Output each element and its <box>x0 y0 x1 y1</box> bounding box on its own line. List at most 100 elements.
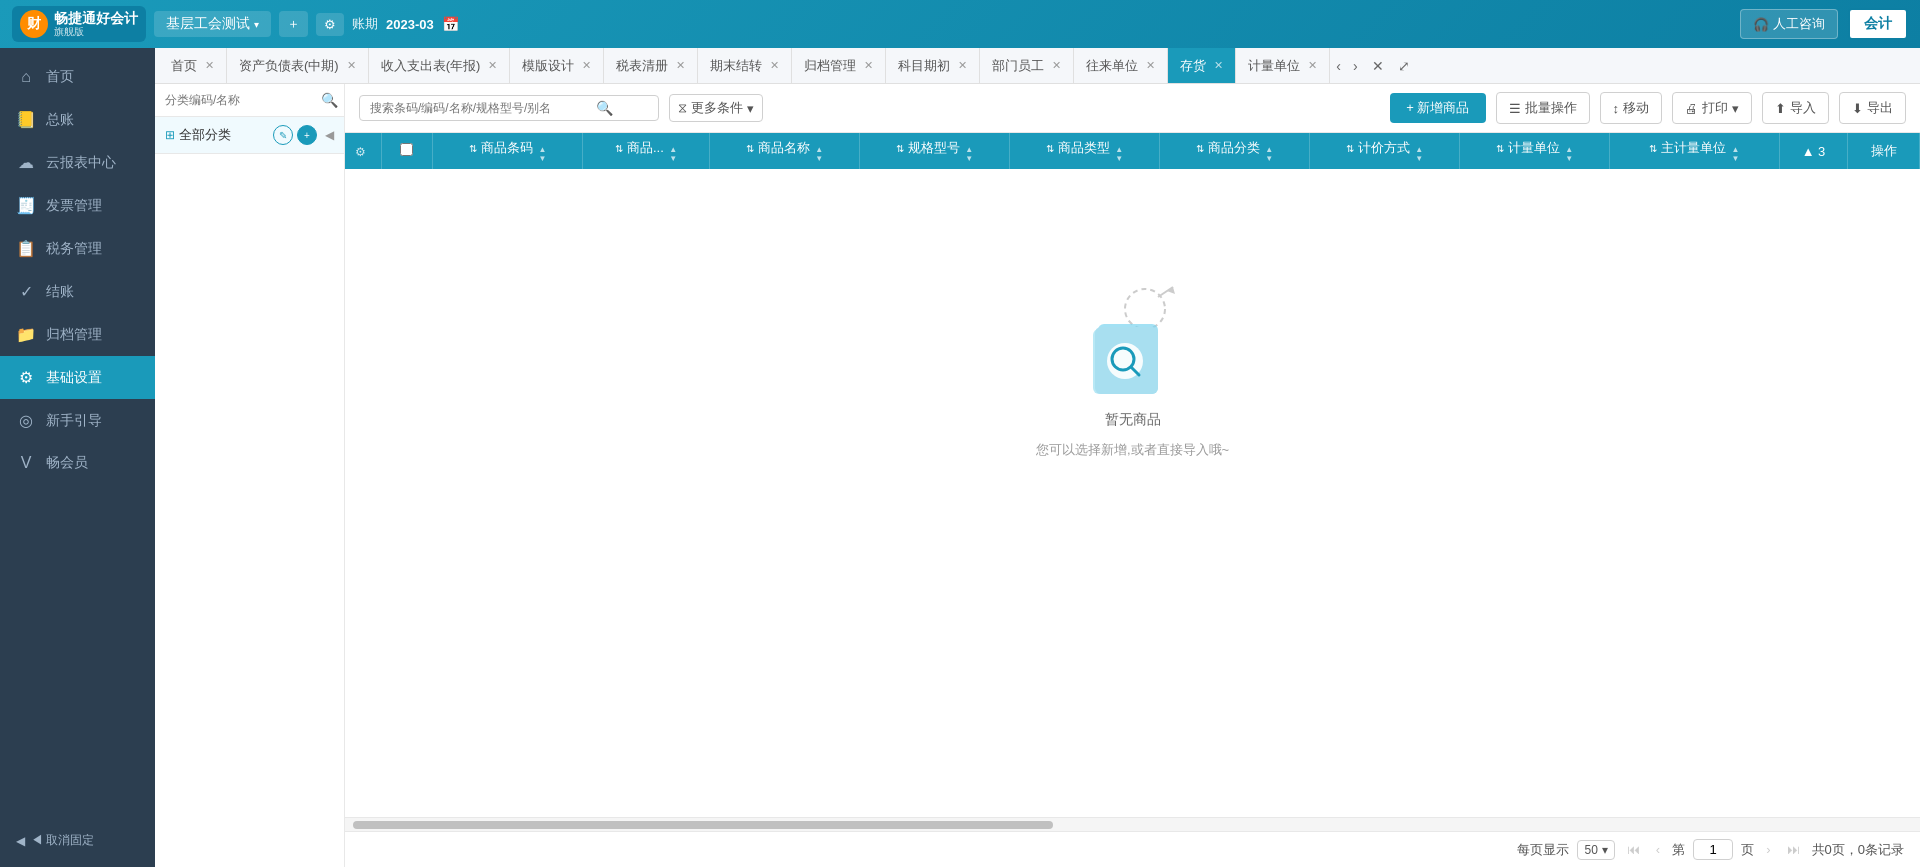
sidebar-label-cloud-report: 云报表中心 <box>46 154 116 172</box>
main-layout: ⌂ 首页 📒 总账 ☁ 云报表中心 🧾 发票管理 📋 税务管理 ✓ 结账 📁 归… <box>0 48 1920 867</box>
tab-subject-init[interactable]: 科目期初 ✕ <box>886 48 980 84</box>
tab-vendor[interactable]: 往来单位 ✕ <box>1074 48 1168 84</box>
move-button[interactable]: ↕ 移动 <box>1600 92 1663 124</box>
home-icon: ⌂ <box>16 68 36 86</box>
tab-close-all-button[interactable]: ✕ <box>1364 54 1392 78</box>
period-label: 账期 <box>352 15 378 33</box>
add-tab-button[interactable]: ＋ <box>279 11 308 37</box>
sidebar-label-home: 首页 <box>46 68 74 86</box>
product-search-input[interactable] <box>370 101 590 115</box>
horizontal-scrollbar[interactable] <box>345 817 1920 831</box>
sidebar-item-cloud-report[interactable]: ☁ 云报表中心 <box>0 141 155 184</box>
inner-content: 🔍 ⊞ 全部分类 ✎ + ◀ 🔍 <box>155 84 1920 867</box>
collapse-panel-btn[interactable]: ◀ <box>325 128 334 142</box>
more-filter-button[interactable]: ⧖ 更多条件 ▾ <box>669 94 763 122</box>
tab-close-subject[interactable]: ✕ <box>958 59 967 72</box>
import-button[interactable]: ⬆ 导入 <box>1762 92 1829 124</box>
export-button[interactable]: ⬇ 导出 <box>1839 92 1906 124</box>
scroll-thumb[interactable] <box>353 821 1053 829</box>
tab-department[interactable]: 部门员工 ✕ <box>980 48 1074 84</box>
col-unit[interactable]: ⇅ 计量单位 ▲▼ <box>1460 133 1610 169</box>
col-price-method[interactable]: ⇅ 计价方式 ▲▼ <box>1310 133 1460 169</box>
tab-next-button[interactable]: › <box>1347 54 1364 78</box>
sidebar-item-tax[interactable]: 📋 税务管理 <box>0 227 155 270</box>
tab-close-balance[interactable]: ✕ <box>347 59 356 72</box>
select-all-checkbox[interactable] <box>400 143 413 156</box>
tab-home[interactable]: 首页 ✕ <box>159 48 227 84</box>
category-all-item[interactable]: ⊞ 全部分类 ✎ + ◀ <box>155 117 344 154</box>
calendar-icon[interactable]: 📅 <box>442 16 459 32</box>
sidebar-item-archive[interactable]: 📁 归档管理 <box>0 313 155 356</box>
ai-consult-button[interactable]: 🎧 人工咨询 <box>1740 9 1838 39</box>
import-icon: ⬆ <box>1775 101 1786 116</box>
org-name[interactable]: 基层工会测试 ▾ <box>154 11 271 37</box>
batch-operation-button[interactable]: ☰ 批量操作 <box>1496 92 1590 124</box>
col-extra[interactable]: ▲ 3 <box>1779 133 1847 169</box>
accountant-button[interactable]: 会计 <box>1848 8 1908 40</box>
print-button[interactable]: 🖨 打印 ▾ <box>1672 92 1752 124</box>
last-page-button[interactable]: ⏭ <box>1783 840 1804 859</box>
tab-inventory[interactable]: 存货 ✕ <box>1168 48 1236 84</box>
tab-close-home[interactable]: ✕ <box>205 59 214 72</box>
tab-close-dept[interactable]: ✕ <box>1052 59 1061 72</box>
col-category[interactable]: ⇅ 商品分类 ▲▼ <box>1160 133 1310 169</box>
tab-prev-button[interactable]: ‹ <box>1330 54 1347 78</box>
next-page-button[interactable]: › <box>1762 840 1774 859</box>
sidebar-item-ledger[interactable]: 📒 总账 <box>0 98 155 141</box>
tab-income[interactable]: 收入支出表(年报) ✕ <box>369 48 511 84</box>
col-settings[interactable]: ⚙ <box>345 133 381 169</box>
sidebar-item-invoice[interactable]: 🧾 发票管理 <box>0 184 155 227</box>
tab-period-end[interactable]: 期末结转 ✕ <box>698 48 792 84</box>
sidebar-item-member[interactable]: V 畅会员 <box>0 442 155 484</box>
tab-template[interactable]: 模版设计 ✕ <box>510 48 604 84</box>
tab-unit[interactable]: 计量单位 ✕ <box>1236 48 1330 84</box>
page-number-input[interactable] <box>1693 839 1733 860</box>
per-page-select[interactable]: 50 ▾ <box>1577 840 1614 860</box>
category-search-icon[interactable]: 🔍 <box>321 92 338 108</box>
tab-close-template[interactable]: ✕ <box>582 59 591 72</box>
col-main-unit[interactable]: ⇅ 主计量单位 ▲▼ <box>1610 133 1780 169</box>
col-name[interactable]: ⇅ 商品名称 ▲▼ <box>710 133 860 169</box>
product-table: ⚙ ⇅ 商品条码 ▲▼ ⇅ 商品... ▲▼ <box>345 133 1920 169</box>
col-code[interactable]: ⇅ 商品... ▲▼ <box>583 133 710 169</box>
tab-close-inventory[interactable]: ✕ <box>1214 59 1223 72</box>
prev-page-button[interactable]: ‹ <box>1652 840 1664 859</box>
grid-icon: ⊞ <box>165 128 175 142</box>
total-records: 共0页，0条记录 <box>1812 841 1904 859</box>
unpin-button[interactable]: ◀ ◀ 取消固定 <box>0 822 155 859</box>
tab-archive-mgmt[interactable]: 归档管理 ✕ <box>792 48 886 84</box>
period-value[interactable]: 2023-03 <box>386 17 434 32</box>
tab-close-archive[interactable]: ✕ <box>864 59 873 72</box>
logo-text: 畅捷通好会计 旗舰版 <box>54 10 138 39</box>
tab-taxclear[interactable]: 税表清册 ✕ <box>604 48 698 84</box>
settings-icon: ⚙ <box>16 368 36 387</box>
tab-close-period-end[interactable]: ✕ <box>770 59 779 72</box>
sidebar-label-tax: 税务管理 <box>46 240 102 258</box>
settle-icon: ✓ <box>16 282 36 301</box>
logo-area[interactable]: 财 畅捷通好会计 旗舰版 <box>12 6 146 43</box>
category-add-btn[interactable]: + <box>297 125 317 145</box>
tab-expand-button[interactable]: ⤢ <box>1392 54 1416 78</box>
tab-balance[interactable]: 资产负债表(中期) ✕ <box>227 48 369 84</box>
add-product-button[interactable]: + 新增商品 <box>1390 93 1485 123</box>
first-page-button[interactable]: ⏮ <box>1623 840 1644 859</box>
sidebar-item-settle[interactable]: ✓ 结账 <box>0 270 155 313</box>
tab-close-taxclear[interactable]: ✕ <box>676 59 685 72</box>
empty-state: 暂无商品 您可以选择新增,或者直接导入哦~ <box>345 169 1920 569</box>
col-barcode[interactable]: ⇅ 商品条码 ▲▼ <box>433 133 583 169</box>
col-type[interactable]: ⇅ 商品类型 ▲▼ <box>1010 133 1160 169</box>
move-icon: ↕ <box>1613 101 1620 116</box>
category-edit-btn[interactable]: ✎ <box>273 125 293 145</box>
settings-gear-button[interactable]: ⚙ <box>316 13 344 36</box>
sidebar-item-settings[interactable]: ⚙ 基础设置 <box>0 356 155 399</box>
sidebar-item-home[interactable]: ⌂ 首页 <box>0 56 155 98</box>
col-checkbox[interactable] <box>381 133 433 169</box>
tab-close-vendor[interactable]: ✕ <box>1146 59 1155 72</box>
tab-close-unit[interactable]: ✕ <box>1308 59 1317 72</box>
product-search-icon[interactable]: 🔍 <box>596 100 613 116</box>
tab-close-income[interactable]: ✕ <box>488 59 497 72</box>
sidebar-label-settings: 基础设置 <box>46 369 102 387</box>
col-spec[interactable]: ⇅ 规格型号 ▲▼ <box>860 133 1010 169</box>
category-search-input[interactable] <box>165 93 315 107</box>
sidebar-item-guide[interactable]: ◎ 新手引导 <box>0 399 155 442</box>
